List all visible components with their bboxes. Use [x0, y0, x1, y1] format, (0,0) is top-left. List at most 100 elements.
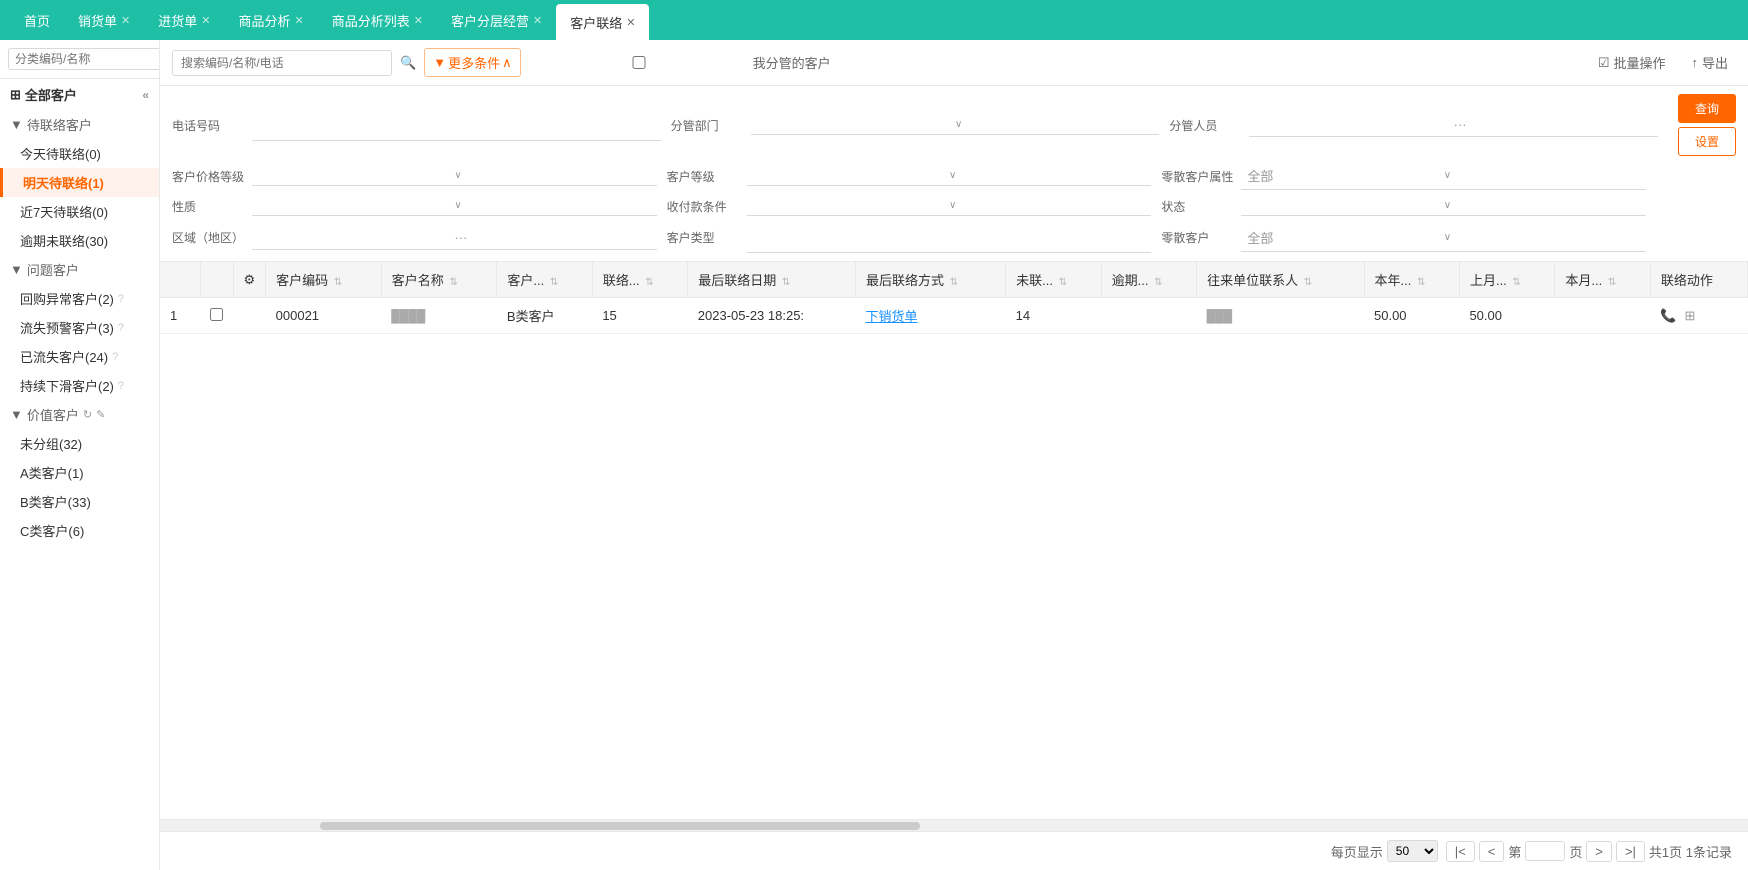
- nav-product-analysis-list[interactable]: 商品分析列表 ✕: [318, 0, 437, 40]
- sidebar-item-declining[interactable]: 持续下滑客户(2) ?: [0, 371, 159, 400]
- cell-index: 1: [160, 298, 200, 334]
- close-customer-segment-icon[interactable]: ✕: [533, 14, 542, 27]
- sidebar-item-tomorrow-contact[interactable]: 明天待联络(1): [0, 168, 159, 197]
- query-button[interactable]: 查询: [1678, 94, 1736, 123]
- last-page-button[interactable]: >|: [1616, 841, 1645, 862]
- sidebar-item-overdue-contact[interactable]: 逾期未联络(30): [0, 226, 159, 255]
- close-purchase-order-icon[interactable]: ✕: [201, 14, 210, 27]
- all-customers-header[interactable]: ⊞ 全部客户 «: [0, 79, 159, 110]
- phone-action-icon[interactable]: 📞: [1660, 308, 1676, 324]
- refresh-icon[interactable]: ↻: [83, 408, 92, 421]
- price-grade-down-icon[interactable]: ∨: [454, 170, 650, 181]
- sidebar-item-ungrouped[interactable]: 未分组(32): [0, 429, 159, 458]
- nav-purchase-order[interactable]: 进货单 ✕: [144, 0, 224, 40]
- batch-operation-button[interactable]: ☑ 批量操作: [1590, 49, 1674, 76]
- sidebar-item-7days-contact[interactable]: 近7天待联络(0): [0, 197, 159, 226]
- nav-product-analysis[interactable]: 商品分析 ✕: [224, 0, 317, 40]
- sidebar-search-input[interactable]: [8, 48, 160, 70]
- filter-row-4: 区域（地区） ··· 客户类型 零散客户 全部 ∨: [172, 222, 1736, 253]
- sort-overdue-icon[interactable]: ⇅: [1154, 277, 1162, 288]
- retail-attr-down-icon[interactable]: ∨: [1444, 170, 1640, 181]
- customer-type-label: 客户类型: [667, 229, 747, 246]
- sidebar-item-class-c[interactable]: C类客户(6): [0, 516, 159, 545]
- help-icon-2[interactable]: ?: [118, 322, 124, 334]
- sidebar-item-churn-warning[interactable]: 流失预警客户(3) ?: [0, 313, 159, 342]
- cell-overdue: [1101, 298, 1196, 334]
- filter-nature: 性质 ∨: [172, 196, 657, 216]
- help-icon-1[interactable]: ?: [118, 293, 124, 305]
- sidebar-item-class-b[interactable]: B类客户(33): [0, 487, 159, 516]
- page-size-label: 每页显示: [1331, 842, 1383, 861]
- help-icon-4[interactable]: ?: [118, 380, 124, 392]
- row-checkbox[interactable]: [210, 308, 223, 321]
- phone-input[interactable]: [258, 114, 655, 136]
- first-page-button[interactable]: |<: [1446, 841, 1475, 862]
- status-down-icon[interactable]: ∨: [1444, 200, 1640, 211]
- sort-contacts-icon[interactable]: ⇅: [645, 277, 653, 288]
- sidebar-item-today-contact[interactable]: 今天待联络(0): [0, 139, 159, 168]
- sort-this-month-icon[interactable]: ⇅: [1608, 277, 1616, 288]
- my-customers-checkbox-label[interactable]: 我分管的客户: [529, 53, 831, 72]
- sort-last-date-icon[interactable]: ⇅: [782, 277, 790, 288]
- horizontal-scrollbar[interactable]: [160, 819, 1748, 831]
- customer-type-input[interactable]: [753, 226, 1146, 248]
- nav-sales-order[interactable]: 销货单 ✕: [64, 0, 144, 40]
- sort-last-method-icon[interactable]: ⇅: [950, 277, 958, 288]
- customer-grade-down-icon[interactable]: ∨: [949, 170, 1145, 181]
- sort-name-icon[interactable]: ⇅: [449, 277, 457, 288]
- settings-button[interactable]: 设置: [1678, 127, 1736, 156]
- edit-icon[interactable]: ✎: [96, 408, 105, 421]
- nav-home[interactable]: 首页: [10, 0, 64, 40]
- cell-settings: [233, 298, 266, 334]
- more-filter-button[interactable]: ▼ 更多条件 ∧: [424, 48, 520, 77]
- prev-page-button[interactable]: <: [1479, 841, 1505, 862]
- page-size-select[interactable]: 20 50 100: [1387, 840, 1438, 862]
- close-sales-order-icon[interactable]: ✕: [121, 14, 130, 27]
- sidebar-item-churned[interactable]: 已流失客户(24) ?: [0, 342, 159, 371]
- sort-unit-contact-icon[interactable]: ⇅: [1304, 277, 1312, 288]
- sort-code-icon[interactable]: ⇅: [334, 277, 342, 288]
- collapse-icon[interactable]: «: [142, 88, 149, 102]
- nav-customer-contact[interactable]: 客户联络 ✕: [556, 4, 649, 40]
- page-label: 第: [1508, 842, 1521, 861]
- value-customers-group-title[interactable]: ▼ 价值客户 ↻ ✎: [0, 400, 159, 429]
- help-icon-3[interactable]: ?: [112, 351, 118, 363]
- col-type: 客户... ⇅: [497, 262, 592, 298]
- page-number-input[interactable]: 1: [1525, 841, 1565, 861]
- sort-uncontacted-icon[interactable]: ⇅: [1059, 277, 1067, 288]
- sidebar-item-class-a[interactable]: A类客户(1): [0, 458, 159, 487]
- close-product-analysis-icon[interactable]: ✕: [295, 14, 304, 27]
- table-settings-icon[interactable]: ⚙: [244, 272, 256, 287]
- unit-contact-masked: ███: [1207, 309, 1233, 323]
- nav-customer-segment[interactable]: 客户分层经营 ✕: [437, 0, 556, 40]
- close-customer-contact-icon[interactable]: ✕: [626, 16, 635, 29]
- cell-code: 000021: [266, 298, 382, 334]
- dept-down-icon[interactable]: ∨: [955, 119, 1153, 130]
- pending-contact-group-title[interactable]: ▼ 待联络客户: [0, 110, 159, 139]
- payment-down-icon[interactable]: ∨: [949, 200, 1145, 211]
- sort-this-year-icon[interactable]: ⇅: [1417, 277, 1425, 288]
- scrollbar-thumb[interactable]: [320, 822, 920, 830]
- next-page-button[interactable]: >: [1586, 841, 1612, 862]
- close-product-analysis-list-icon[interactable]: ✕: [414, 14, 423, 27]
- nature-down-icon[interactable]: ∨: [454, 200, 650, 211]
- cell-this-month: [1555, 298, 1650, 334]
- search-icon[interactable]: 🔍: [400, 55, 416, 71]
- more-action-icon[interactable]: ⊞: [1685, 308, 1696, 324]
- retail-attr-label: 零散客户属性: [1161, 168, 1241, 185]
- sidebar-item-repurchase-abnormal[interactable]: 回购异常客户(2) ?: [0, 284, 159, 313]
- my-customers-checkbox[interactable]: [529, 56, 749, 69]
- search-input[interactable]: [172, 50, 392, 76]
- retail-customer-down-icon[interactable]: ∨: [1444, 232, 1640, 243]
- row-action-buttons: 📞 ⊞: [1660, 308, 1737, 324]
- manager-dots-icon[interactable]: ···: [1454, 117, 1652, 132]
- problem-customers-group-title[interactable]: ▼ 问题客户: [0, 255, 159, 284]
- last-contact-method-link[interactable]: 下销货单: [866, 309, 918, 324]
- sort-type-icon[interactable]: ⇅: [550, 277, 558, 288]
- export-button[interactable]: ↑ 导出: [1683, 49, 1736, 76]
- sort-last-month-icon[interactable]: ⇅: [1512, 277, 1520, 288]
- region-label: 区域（地区）: [172, 229, 252, 246]
- col-settings: ⚙: [233, 262, 266, 298]
- region-dots-icon[interactable]: ···: [454, 230, 650, 245]
- cell-actions: 📞 ⊞: [1650, 298, 1747, 334]
